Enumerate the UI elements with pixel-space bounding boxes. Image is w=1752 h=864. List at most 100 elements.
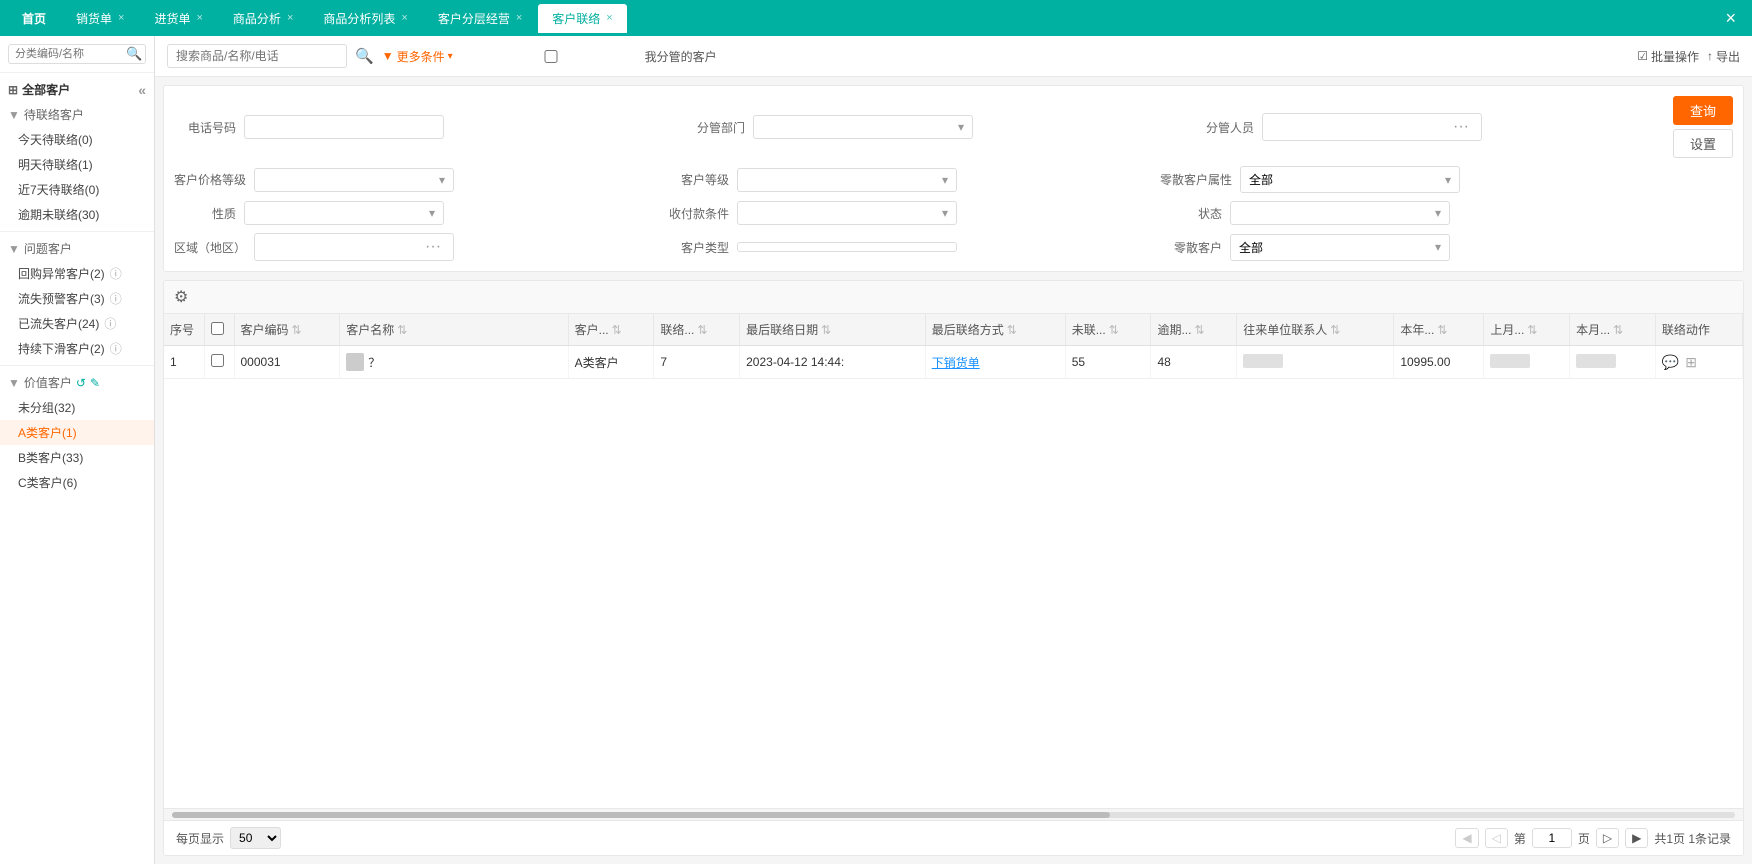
nav-tab-purchase[interactable]: 进货单 × [140, 4, 216, 33]
search-icon[interactable]: 🔍 [355, 47, 374, 65]
my-customers-checkbox[interactable] [461, 50, 641, 63]
close-sales-icon[interactable]: × [118, 12, 124, 24]
sort-year-icon[interactable]: ⇅ [1437, 323, 1447, 337]
prev-page-button[interactable]: ◁ [1485, 828, 1508, 848]
scatter-customer-select[interactable]: 全部 ▾ [1230, 234, 1450, 261]
row-checkbox[interactable] [211, 354, 224, 367]
close-product-analysis-list-icon[interactable]: × [401, 12, 407, 24]
dept-select[interactable]: ▾ [753, 115, 973, 139]
chat-action-icon[interactable]: 💬 [1662, 354, 1679, 371]
page-input[interactable] [1532, 828, 1572, 848]
status-label: 状态 [1160, 205, 1230, 222]
cell-last-method: 下销货单 [925, 346, 1065, 379]
pending-group-header[interactable]: ▼ 待联络客户 [0, 102, 154, 127]
settings-button[interactable]: 设置 [1673, 129, 1733, 158]
table-scroll-area[interactable]: 序号 客户编码⇅ 客户名称⇅ 客户...⇅ 联络...⇅ 最后联络日期⇅ 最后联… [164, 314, 1743, 808]
last-method-link[interactable]: 下销货单 [932, 356, 980, 370]
next-page-button[interactable]: ▷ [1596, 828, 1619, 848]
manager-select[interactable]: ··· [1262, 113, 1482, 141]
sidebar-item-today-pending[interactable]: 今天待联络(0) [0, 127, 154, 152]
cell-name: ？ [340, 346, 568, 379]
sort-nc-icon[interactable]: ⇅ [1109, 323, 1119, 337]
sidebar-item-unclassified[interactable]: 未分组(32) [0, 395, 154, 420]
filter-nature-field: 性质 ▾ [174, 201, 627, 225]
sort-overdue-icon[interactable]: ⇅ [1194, 323, 1204, 337]
close-customer-contact-icon[interactable]: × [606, 12, 612, 24]
sort-lm-icon[interactable]: ⇅ [1527, 323, 1537, 337]
search-input[interactable] [167, 44, 347, 68]
th-code: 客户编码⇅ [234, 314, 340, 346]
query-button[interactable]: 查询 [1673, 96, 1733, 125]
price-grade-label: 客户价格等级 [174, 171, 254, 188]
table-header-row: 序号 客户编码⇅ 客户名称⇅ 客户...⇅ 联络...⇅ 最后联络日期⇅ 最后联… [164, 314, 1743, 346]
price-grade-select[interactable]: ▾ [254, 168, 454, 192]
phone-input[interactable] [244, 115, 444, 139]
sidebar-item-tomorrow-pending[interactable]: 明天待联络(1) [0, 152, 154, 177]
sort-name-icon[interactable]: ⇅ [397, 323, 407, 337]
sidebar-item-repurchase-abnormal[interactable]: 回购异常客户(2) ⓘ [0, 261, 154, 286]
sort-code-icon[interactable]: ⇅ [292, 323, 302, 337]
close-product-analysis-icon[interactable]: × [287, 12, 293, 24]
problem-group-header[interactable]: ▼ 问题客户 [0, 236, 154, 261]
nav-tab-product-analysis[interactable]: 商品分析 × [219, 4, 307, 33]
payment-select[interactable]: ▾ [737, 201, 957, 225]
nav-tab-customer-tier[interactable]: 客户分层经营 × [424, 4, 536, 33]
main-layout: 🔍 ⊞ 全部客户 « ▼ 待联络客户 今天待联络(0) 明天待联络(1) 近7天… [0, 36, 1752, 864]
more-filter-button[interactable]: ▼ 更多条件 ▾ [382, 48, 453, 65]
export-button[interactable]: ↑ 导出 [1707, 48, 1740, 65]
cell-contact-count: 7 [654, 346, 740, 379]
customer-type-select[interactable] [737, 242, 957, 252]
nav-tab-sales[interactable]: 销货单 × [62, 4, 138, 33]
last-page-button[interactable]: ▶ [1625, 828, 1648, 848]
refresh-icon[interactable]: ↺ [76, 376, 86, 390]
nav-tab-customer-contact[interactable]: 客户联络 × [538, 4, 626, 33]
table-settings-icon[interactable]: ⚙ [174, 287, 188, 307]
sidebar: 🔍 ⊞ 全部客户 « ▼ 待联络客户 今天待联络(0) 明天待联络(1) 近7天… [0, 36, 155, 864]
manager-dots-icon[interactable]: ··· [1449, 118, 1473, 136]
cell-unit-contact [1237, 346, 1394, 379]
value-group-header[interactable]: ▼ 价值客户 ↺ ✎ [0, 370, 154, 395]
close-all-button[interactable]: × [1717, 8, 1744, 29]
sidebar-item-class-c[interactable]: C类客户(6) [0, 470, 154, 495]
sort-date-icon[interactable]: ⇅ [821, 323, 831, 337]
sidebar-collapse-button[interactable]: « [138, 82, 146, 98]
my-customers-checkbox-label[interactable]: 我分管的客户 [461, 48, 717, 65]
sidebar-item-overdue-pending[interactable]: 逾期未联络(30) [0, 202, 154, 227]
sort-contact-icon[interactable]: ⇅ [697, 323, 707, 337]
nav-tab-home[interactable]: 首页 [8, 4, 60, 33]
status-select[interactable]: ▾ [1230, 201, 1450, 225]
scrollbar-thumb[interactable] [172, 812, 1110, 818]
scatter-attr-select[interactable]: 全部 ▾ [1240, 166, 1460, 193]
page-size-select[interactable]: 50 10 20 100 [230, 827, 281, 849]
sidebar-item-declining[interactable]: 持续下滑客户(2) ⓘ [0, 336, 154, 361]
batch-operation-button[interactable]: ☑ 批量操作 [1637, 48, 1699, 65]
footer-right: ◀ ◁ 第 页 ▷ ▶ 共1页 1条记录 [1455, 828, 1731, 848]
nature-select[interactable]: ▾ [244, 201, 444, 225]
sort-tm-icon[interactable]: ⇅ [1613, 323, 1623, 337]
sidebar-item-churned[interactable]: 已流失客户(24) ⓘ [0, 311, 154, 336]
select-all-checkbox[interactable] [211, 322, 224, 335]
info-icon-churn: ⓘ [110, 292, 122, 306]
sidebar-search-icon[interactable]: 🔍 [126, 46, 142, 62]
close-purchase-icon[interactable]: × [196, 12, 202, 24]
page-size-label: 每页显示 [176, 830, 224, 847]
sidebar-item-churn-warning[interactable]: 流失预警客户(3) ⓘ [0, 286, 154, 311]
horizontal-scrollbar[interactable] [164, 808, 1743, 820]
filter-status-field: 状态 ▾ [1160, 201, 1613, 225]
region-dots-icon[interactable]: ··· [421, 238, 445, 256]
sidebar-item-week-pending[interactable]: 近7天待联络(0) [0, 177, 154, 202]
sort-unit-icon[interactable]: ⇅ [1330, 323, 1340, 337]
grid-action-icon[interactable]: ⊞ [1685, 354, 1697, 371]
filter-row-3: 性质 ▾ 收付款条件 ▾ 状态 [174, 201, 1733, 225]
sidebar-item-class-a[interactable]: A类客户(1) [0, 420, 154, 445]
sidebar-item-class-b[interactable]: B类客户(33) [0, 445, 154, 470]
edit-icon[interactable]: ✎ [90, 376, 100, 390]
payment-chevron-icon: ▾ [942, 206, 948, 220]
nav-tab-product-analysis-list[interactable]: 商品分析列表 × [309, 4, 421, 33]
region-select[interactable]: ··· [254, 233, 454, 261]
close-customer-tier-icon[interactable]: × [516, 12, 522, 24]
sort-ctype-icon[interactable]: ⇅ [612, 323, 622, 337]
customer-grade-select[interactable]: ▾ [737, 168, 957, 192]
first-page-button[interactable]: ◀ [1455, 828, 1478, 848]
sort-method-icon[interactable]: ⇅ [1007, 323, 1017, 337]
